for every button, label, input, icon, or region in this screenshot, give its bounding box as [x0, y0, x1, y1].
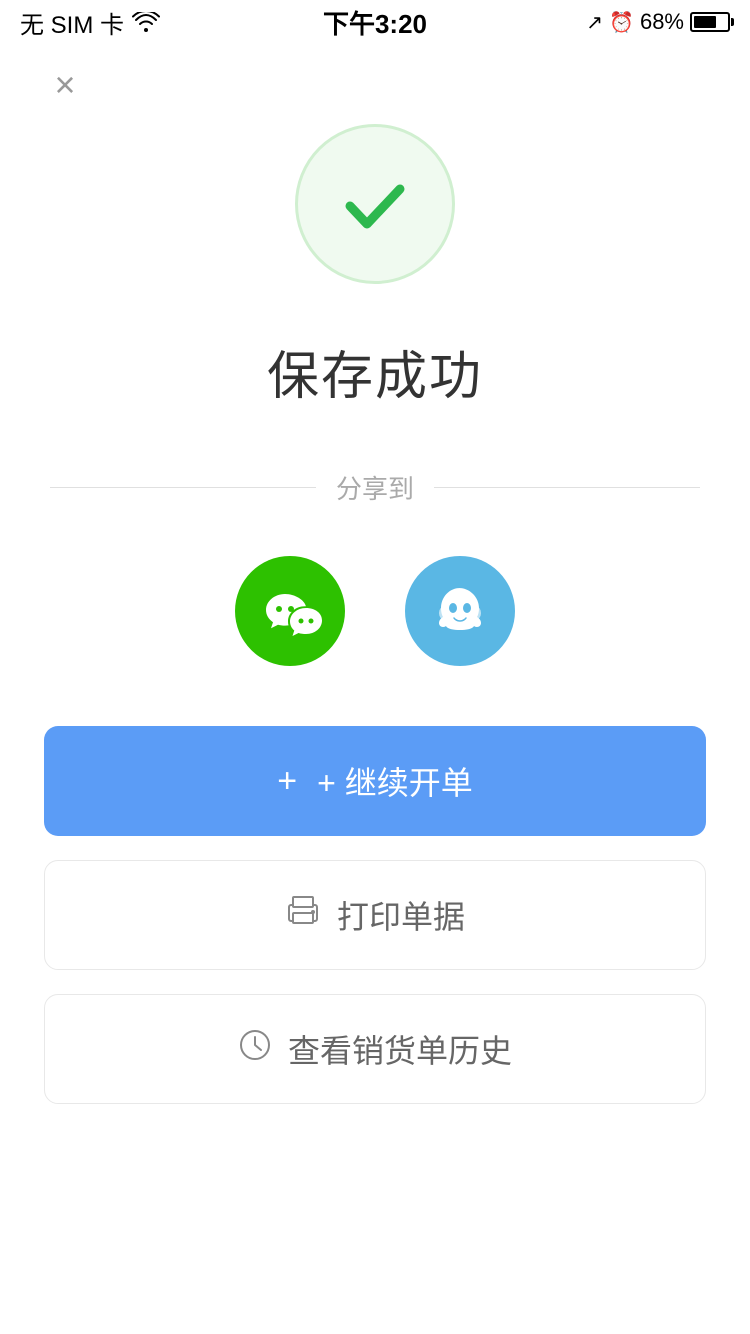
battery-box: [690, 12, 730, 32]
share-icons: [235, 556, 515, 666]
status-bar: 无 SIM 卡 下午3:20 ↗ ⏰ 68%: [0, 0, 750, 44]
battery-fill: [694, 16, 716, 28]
print-button[interactable]: 打印单据: [44, 860, 706, 970]
status-time: 下午3:20: [323, 4, 427, 41]
wechat-share-button[interactable]: [235, 556, 345, 666]
print-label: 打印单据: [337, 892, 465, 938]
success-circle: [295, 124, 455, 284]
battery-text: 68%: [640, 9, 684, 35]
location-icon: ↗: [586, 10, 603, 35]
checkmark-icon: [335, 164, 415, 244]
plus-icon: +: [277, 762, 297, 801]
status-right: ↗ ⏰ 68%: [586, 9, 730, 35]
share-label: 分享到: [316, 469, 434, 506]
share-divider: 分享到: [0, 469, 750, 506]
printer-icon: [285, 895, 321, 935]
sim-text: 无 SIM 卡: [20, 5, 124, 40]
main-content: 保存成功 分享到: [0, 44, 750, 1104]
success-title: 保存成功: [267, 334, 483, 409]
divider-left: [50, 487, 316, 488]
action-buttons: + + 继续开单 打印单据 查看销货单历史: [0, 726, 750, 1104]
status-left: 无 SIM 卡: [20, 5, 160, 40]
share-section: 分享到: [0, 469, 750, 666]
continue-button[interactable]: + + 继续开单: [44, 726, 706, 836]
qq-icon: [429, 580, 491, 642]
wechat-icon: [258, 584, 323, 639]
qq-share-button[interactable]: [405, 556, 515, 666]
history-button[interactable]: 查看销货单历史: [44, 994, 706, 1104]
close-icon: ×: [54, 67, 75, 103]
alarm-icon: ⏰: [609, 10, 634, 35]
close-button[interactable]: ×: [40, 60, 90, 110]
battery-container: [690, 12, 730, 32]
wifi-icon: [132, 12, 160, 32]
divider-right: [434, 487, 700, 488]
history-label: 查看销货单历史: [288, 1026, 512, 1072]
clock-icon: [238, 1028, 272, 1070]
continue-label: + 继续开单: [317, 758, 473, 804]
